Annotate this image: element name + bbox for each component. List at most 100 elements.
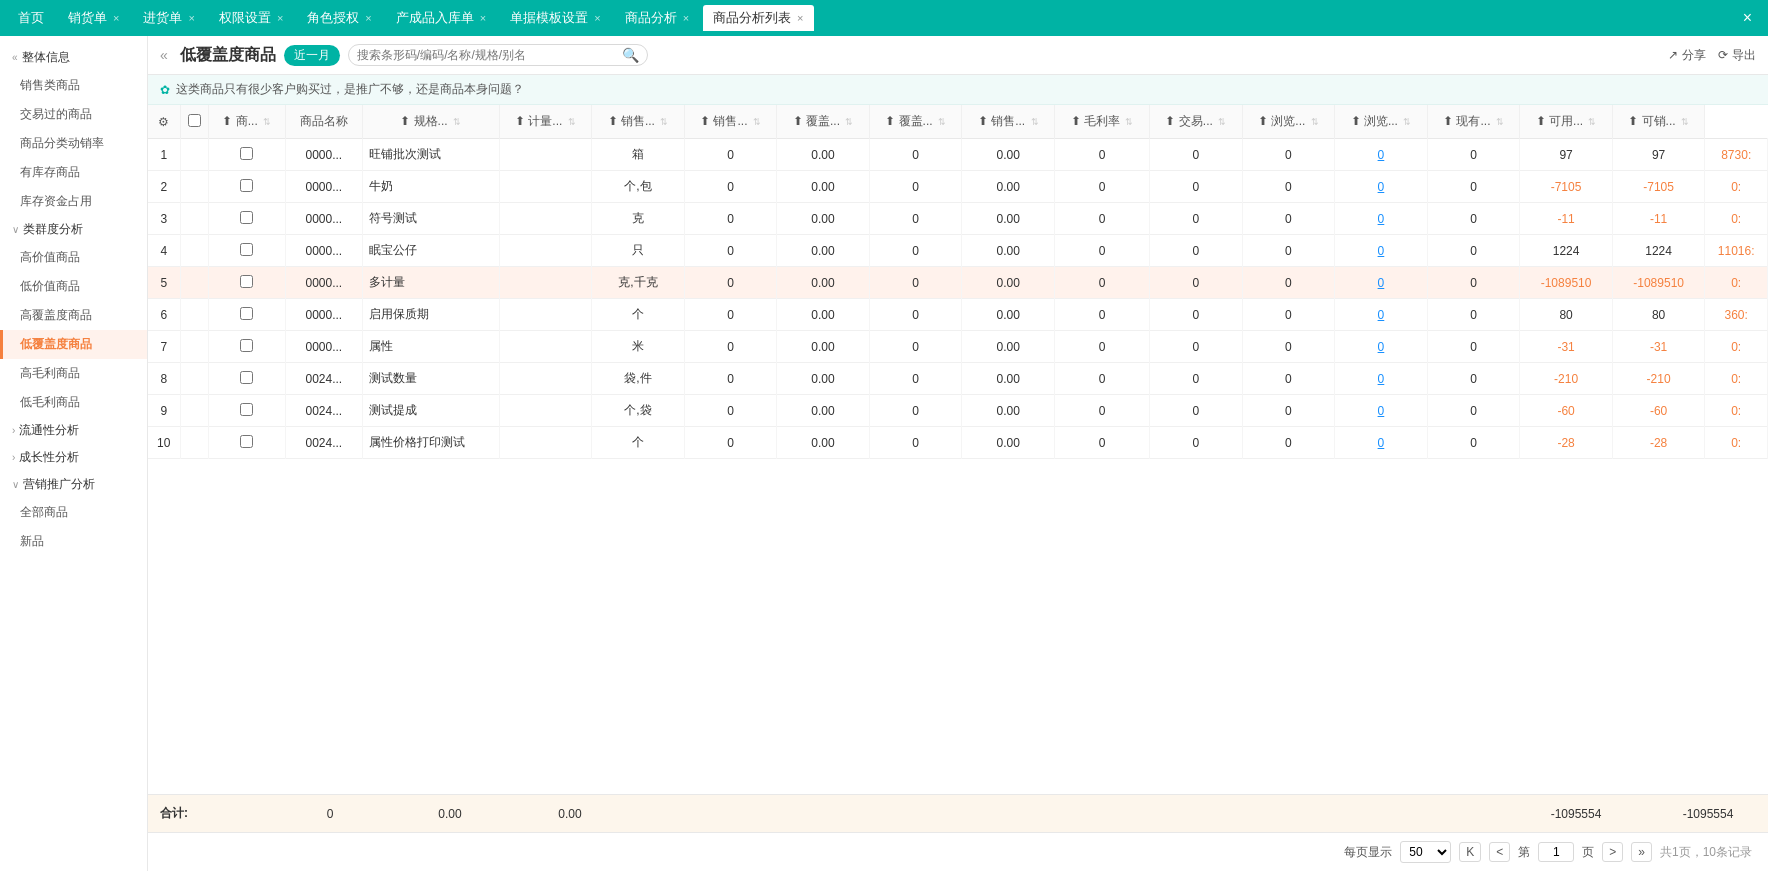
close-icon[interactable]: × xyxy=(683,12,689,24)
table-cell: 0.00 xyxy=(962,395,1055,427)
sidebar-item-low-margin[interactable]: 低毛利商品 xyxy=(0,388,147,417)
last-page-button[interactable]: » xyxy=(1631,842,1652,862)
sidebar-collapse-button[interactable]: « xyxy=(160,47,168,63)
close-all-button[interactable]: × xyxy=(1735,5,1760,31)
table-cell: 0 xyxy=(1054,139,1149,171)
sidebar-item-sales-goods[interactable]: 销售类商品 xyxy=(0,71,147,100)
next-page-button[interactable]: > xyxy=(1602,842,1623,862)
sidebar-item-high-margin[interactable]: 高毛利商品 xyxy=(0,359,147,388)
sidebar-section-marketing[interactable]: ∨ 营销推广分析 xyxy=(0,471,147,498)
total-label: 合计: xyxy=(160,805,220,822)
row-checkbox[interactable] xyxy=(240,403,253,416)
row-checkbox[interactable] xyxy=(240,371,253,384)
sidebar-item-all-goods[interactable]: 全部商品 xyxy=(0,498,147,527)
row-checkbox[interactable] xyxy=(240,147,253,160)
close-icon[interactable]: × xyxy=(188,12,194,24)
date-filter-button[interactable]: 近一月 xyxy=(284,45,340,66)
collapse-icon: ∨ xyxy=(12,224,19,235)
sidebar-item-stock-capital[interactable]: 库存资金占用 xyxy=(0,187,147,216)
table-cell: 0 xyxy=(1150,235,1243,267)
row-checkbox[interactable] xyxy=(240,211,253,224)
view-link[interactable]: 0 xyxy=(1378,308,1385,322)
nav-tab-roles[interactable]: 角色授权 × xyxy=(297,5,381,31)
table-cell: 0024... xyxy=(285,395,362,427)
page-size-select[interactable]: 50 100 200 xyxy=(1400,841,1451,863)
sidebar-item-category-rate[interactable]: 商品分类动销率 xyxy=(0,129,147,158)
sidebar-section-overall[interactable]: « 整体信息 xyxy=(0,44,147,71)
nav-tab-template[interactable]: 单据模板设置 × xyxy=(500,5,610,31)
table-cell: 0.00 xyxy=(777,299,870,331)
table-cell: 0 xyxy=(1427,299,1520,331)
sidebar-section-group[interactable]: ∨ 类群度分析 xyxy=(0,216,147,243)
row-number: 8 xyxy=(148,363,180,395)
sidebar-section-flow[interactable]: › 流通性分析 xyxy=(0,417,147,444)
sidebar-item-new-goods[interactable]: 新品 xyxy=(0,527,147,556)
row-checkbox[interactable] xyxy=(240,307,253,320)
table-body: 10000...旺铺批次测试箱00.0000.000000097978730:2… xyxy=(148,139,1768,459)
table-cell: 0 xyxy=(869,331,962,363)
table-cell: 0 xyxy=(1150,203,1243,235)
nav-tab-purchase[interactable]: 进货单 × xyxy=(133,5,204,31)
table-cell xyxy=(180,363,208,395)
table-cell: 0.00 xyxy=(777,139,870,171)
page-number-input[interactable] xyxy=(1538,842,1574,862)
nav-tab-sales[interactable]: 销货单 × xyxy=(58,5,129,31)
nav-tab-goods-analysis[interactable]: 商品分析 × xyxy=(615,5,699,31)
table-cell: 0.00 xyxy=(962,203,1055,235)
search-input[interactable] xyxy=(357,48,618,62)
table-row: 80024...测试数量袋,件00.0000.0000000-210-2100: xyxy=(148,363,1768,395)
nav-tab-goods-analysis-list[interactable]: 商品分析列表 × xyxy=(703,5,813,31)
row-checkbox[interactable] xyxy=(240,339,253,352)
sidebar-item-stocked-goods[interactable]: 有库存商品 xyxy=(0,158,147,187)
table-cell: 0000... xyxy=(285,139,362,171)
view-link[interactable]: 0 xyxy=(1378,340,1385,354)
sidebar-section-growth[interactable]: › 成长性分析 xyxy=(0,444,147,471)
close-icon[interactable]: × xyxy=(113,12,119,24)
sidebar-item-low-value[interactable]: 低价值商品 xyxy=(0,272,147,301)
view-link[interactable]: 0 xyxy=(1378,244,1385,258)
table-cell: 0 xyxy=(1427,395,1520,427)
table-cell: 0 xyxy=(869,203,962,235)
row-checkbox[interactable] xyxy=(240,179,253,192)
table-cell: 0 xyxy=(869,235,962,267)
sidebar-item-high-value[interactable]: 高价值商品 xyxy=(0,243,147,272)
nav-tab-home[interactable]: 首页 xyxy=(8,5,54,31)
first-page-button[interactable]: K xyxy=(1459,842,1481,862)
row-checkbox[interactable] xyxy=(240,435,253,448)
close-icon[interactable]: × xyxy=(594,12,600,24)
share-button[interactable]: ↗ 分享 xyxy=(1668,47,1706,64)
prev-page-button[interactable]: < xyxy=(1489,842,1510,862)
col-cover1: ⬆ 覆盖... ⇅ xyxy=(777,105,870,139)
table-cell: 0 xyxy=(1335,235,1428,267)
close-icon[interactable]: × xyxy=(365,12,371,24)
sidebar-item-low-coverage[interactable]: 低覆盖度商品 xyxy=(0,330,147,359)
table-cell: 0 xyxy=(1427,171,1520,203)
row-number: 1 xyxy=(148,139,180,171)
table-cell: -11 xyxy=(1520,203,1613,235)
select-all-checkbox[interactable] xyxy=(188,114,201,127)
nav-tab-production[interactable]: 产成品入库单 × xyxy=(386,5,496,31)
view-link[interactable]: 0 xyxy=(1378,436,1385,450)
search-icon[interactable]: 🔍 xyxy=(622,47,639,63)
view-link[interactable]: 0 xyxy=(1378,372,1385,386)
view-link[interactable]: 0 xyxy=(1378,180,1385,194)
table-cell xyxy=(208,203,285,235)
view-link[interactable]: 0 xyxy=(1378,404,1385,418)
export-button[interactable]: ⟳ 导出 xyxy=(1718,47,1756,64)
close-icon[interactable]: × xyxy=(797,12,803,24)
sidebar-item-traded-goods[interactable]: 交易过的商品 xyxy=(0,100,147,129)
sidebar-item-high-coverage[interactable]: 高覆盖度商品 xyxy=(0,301,147,330)
data-table: ⚙ ⬆ 商... ⇅ 商品名称 ⬆ 规格... ⇅ ⬆ 计量... ⇅ ⬆ 销售… xyxy=(148,105,1768,459)
close-icon[interactable]: × xyxy=(277,12,283,24)
close-icon[interactable]: × xyxy=(480,12,486,24)
view-link[interactable]: 0 xyxy=(1378,276,1385,290)
table-cell: 0 xyxy=(1335,395,1428,427)
col-settings[interactable]: ⚙ xyxy=(148,105,180,139)
view-link[interactable]: 0 xyxy=(1378,148,1385,162)
nav-tab-permissions[interactable]: 权限设置 × xyxy=(209,5,293,31)
row-checkbox[interactable] xyxy=(240,275,253,288)
view-link[interactable]: 0 xyxy=(1378,212,1385,226)
table-cell xyxy=(499,235,592,267)
page-title: 低覆盖度商品 xyxy=(180,45,276,66)
row-checkbox[interactable] xyxy=(240,243,253,256)
